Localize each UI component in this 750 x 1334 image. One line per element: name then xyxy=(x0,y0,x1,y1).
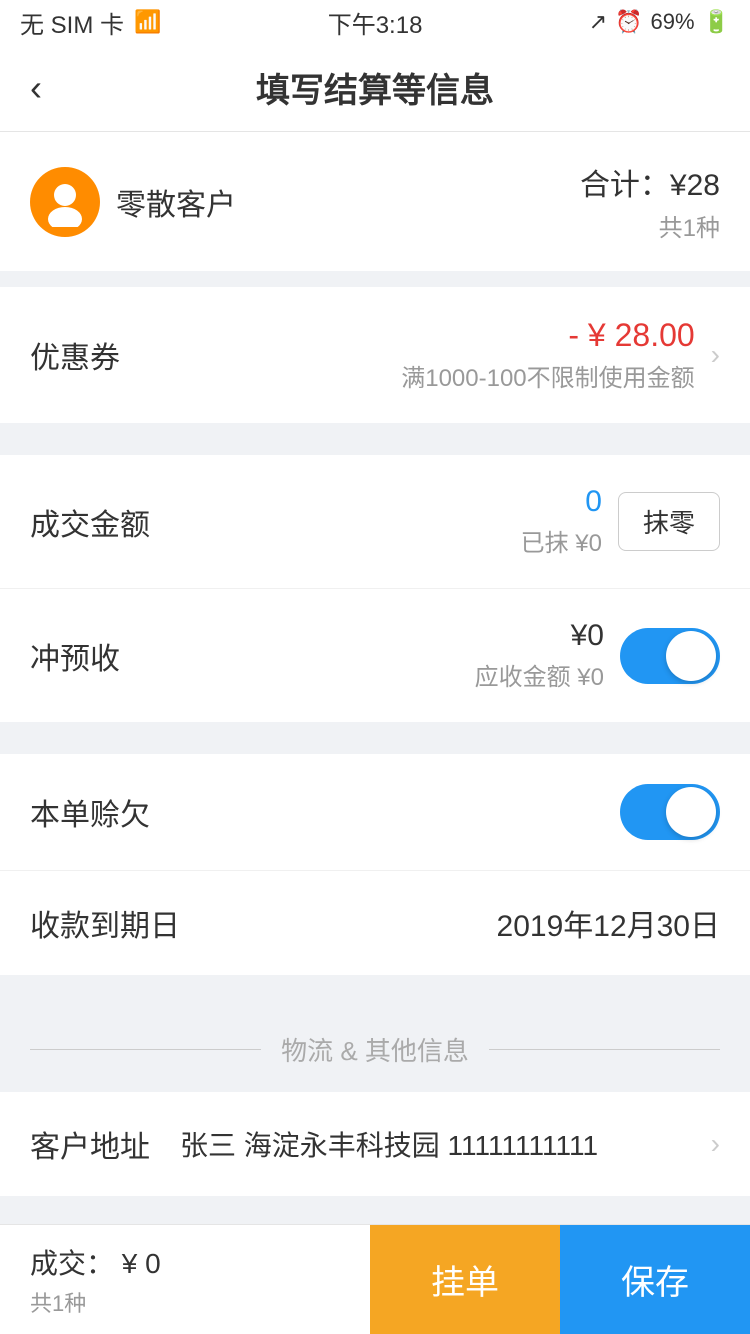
customer-name: 零散客户 xyxy=(116,180,236,224)
due-date-label: 收款到期日 xyxy=(30,901,180,945)
due-date-value: 2019年12月30日 xyxy=(497,901,720,945)
address-chevron-icon: › xyxy=(711,1128,720,1160)
logistics-line-left xyxy=(30,1049,261,1050)
customer-left: 零散客户 xyxy=(30,167,236,237)
status-right: ↗ ⏰ 69% 🔋 xyxy=(589,9,730,35)
coupon-section: 优惠券 - ¥ 28.00 满1000-100不限制使用金额 › xyxy=(0,287,750,423)
avatar-icon xyxy=(40,177,90,227)
due-date-row: 收款到期日 2019年12月30日 xyxy=(0,870,750,975)
divider-1 xyxy=(0,439,750,455)
chevron-right-icon: › xyxy=(711,339,720,371)
bottom-deal: 成交： ¥ 0 xyxy=(30,1242,340,1282)
customer-right: 合计：¥28 共1种 xyxy=(580,160,720,243)
hold-button[interactable]: 挂单 xyxy=(370,1225,560,1334)
total-count: 共1种 xyxy=(580,208,720,243)
deal-amount-value: 0 xyxy=(521,485,602,519)
page-title: 填写结算等信息 xyxy=(256,63,494,112)
status-bar: 无 SIM 卡 📶 下午3:18 ↗ ⏰ 69% 🔋 xyxy=(0,0,750,44)
debit-section: 本单赊欠 收款到期日 2019年12月30日 xyxy=(0,754,750,975)
bottom-bar: 成交： ¥ 0 共1种 挂单 保存 xyxy=(0,1224,750,1334)
prepayment-right: ¥0 应收金额 ¥0 xyxy=(475,619,720,692)
status-left: 无 SIM 卡 📶 xyxy=(20,5,161,40)
address-label: 客户地址 xyxy=(30,1122,150,1166)
avatar xyxy=(30,167,100,237)
prepayment-toggle[interactable] xyxy=(620,628,720,684)
debit-right xyxy=(620,784,720,840)
address-row[interactable]: 客户地址 张三 海淀永丰科技园 11111111111 › xyxy=(0,1092,750,1196)
divider-3 xyxy=(0,991,750,1007)
nav-bar: ‹ 填写结算等信息 xyxy=(0,44,750,132)
status-time: 下午3:18 xyxy=(328,5,423,40)
round-zero-button[interactable]: 抹零 xyxy=(618,492,720,551)
location-icon: ↗ xyxy=(589,9,607,35)
deal-label: 成交： xyxy=(30,1248,114,1279)
prepayment-row: 冲预收 ¥0 应收金额 ¥0 xyxy=(0,588,750,722)
battery-icon: 🔋 xyxy=(703,9,730,35)
coupon-value: - ¥ 28.00 xyxy=(401,317,694,354)
address-section: 客户地址 张三 海淀永丰科技园 11111111111 › xyxy=(0,1092,750,1196)
deal-amount-label: 成交金额 xyxy=(30,500,150,544)
address-value: 张三 海淀永丰科技园 11111111111 xyxy=(180,1124,681,1164)
prepayment-sub: 应收金额 ¥0 xyxy=(475,657,604,692)
coupon-desc: 满1000-100不限制使用金额 xyxy=(401,358,694,393)
coupon-row[interactable]: 优惠券 - ¥ 28.00 满1000-100不限制使用金额 › xyxy=(0,287,750,423)
deal-value: ¥ 0 xyxy=(122,1248,161,1279)
debit-toggle-knob xyxy=(666,787,716,837)
battery-text: 69% xyxy=(651,9,695,35)
save-button[interactable]: 保存 xyxy=(560,1225,750,1334)
no-sim-text: 无 SIM 卡 xyxy=(20,5,124,40)
alarm-icon: ⏰ xyxy=(615,9,642,35)
prepayment-label: 冲预收 xyxy=(30,634,120,678)
content-area: 零散客户 合计：¥28 共1种 优惠券 - ¥ 28.00 满1000-100不… xyxy=(0,132,750,1332)
deal-amount-sub: 已抹 ¥0 xyxy=(521,523,602,558)
prepayment-values: ¥0 应收金额 ¥0 xyxy=(475,619,604,692)
logistics-line-right xyxy=(489,1049,720,1050)
prepayment-value: ¥0 xyxy=(475,619,604,653)
logistics-label: 物流 & 其他信息 xyxy=(281,1031,469,1068)
coupon-label: 优惠券 xyxy=(30,333,120,377)
coupon-values: - ¥ 28.00 满1000-100不限制使用金额 xyxy=(401,317,694,393)
divider-2 xyxy=(0,738,750,754)
payment-section: 成交金额 0 已抹 ¥0 抹零 冲预收 ¥0 应收金额 ¥0 xyxy=(0,455,750,722)
debit-row: 本单赊欠 xyxy=(0,754,750,870)
debit-label: 本单赊欠 xyxy=(30,790,150,834)
deal-amount-row: 成交金额 0 已抹 ¥0 抹零 xyxy=(0,455,750,588)
debit-toggle[interactable] xyxy=(620,784,720,840)
deal-amount-right: 0 已抹 ¥0 抹零 xyxy=(521,485,720,558)
customer-section: 零散客户 合计：¥28 共1种 xyxy=(0,132,750,271)
bottom-count: 共1种 xyxy=(30,1286,340,1318)
wifi-icon: 📶 xyxy=(134,9,161,35)
total-price: 合计：¥28 xyxy=(580,160,720,204)
coupon-right: - ¥ 28.00 满1000-100不限制使用金额 › xyxy=(401,317,720,393)
toggle-knob xyxy=(666,631,716,681)
back-button[interactable]: ‹ xyxy=(30,67,42,109)
logistics-header: 物流 & 其他信息 xyxy=(0,1007,750,1092)
deal-amount-values: 0 已抹 ¥0 xyxy=(521,485,602,558)
bottom-info: 成交： ¥ 0 共1种 xyxy=(0,1242,370,1318)
